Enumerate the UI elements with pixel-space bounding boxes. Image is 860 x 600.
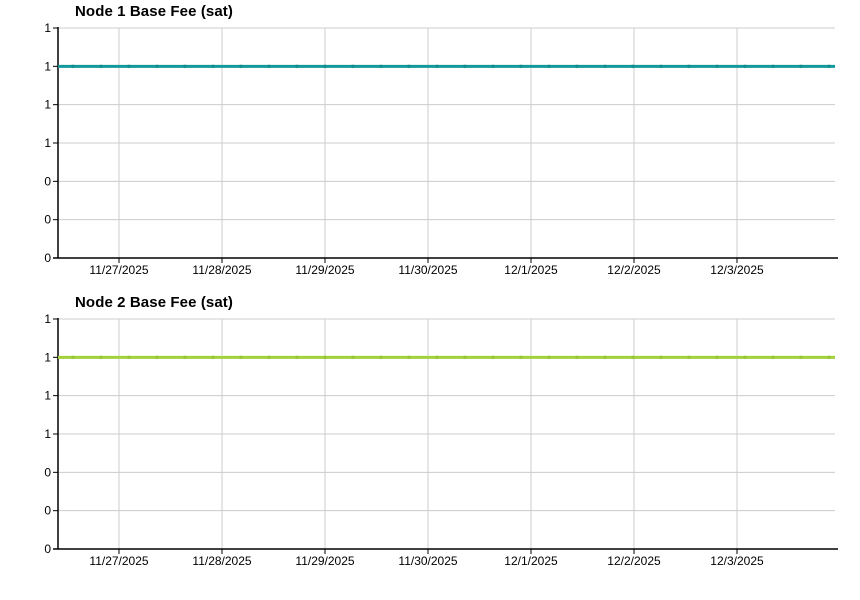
base-fee-charts-page: Node 1 Base Fee (sat) 1 1 1 1 0 0 0 11/27/2025 1… — [0, 0, 860, 600]
data-point-marker — [183, 64, 187, 69]
data-point-marker — [211, 355, 215, 360]
data-point-marker — [771, 64, 775, 69]
data-point-marker — [547, 64, 551, 69]
data-point-marker — [295, 355, 299, 360]
data-point-marker — [407, 355, 411, 360]
data-point-marker — [463, 355, 467, 360]
data-point-marker — [743, 64, 747, 69]
data-point-marker — [379, 64, 383, 69]
data-point-marker — [239, 355, 243, 360]
data-point-marker — [491, 355, 495, 360]
x-tick-label: 11/28/2025 — [192, 554, 251, 568]
y-tick-label: 0 — [44, 465, 51, 479]
chart-node-2-base-fee: Node 2 Base Fee (sat) 1 1 1 1 0 0 0 11/27/2025 1… — [0, 291, 860, 581]
x-tick-label: 12/1/2025 — [504, 263, 558, 277]
x-tick-label: 12/2/2025 — [607, 554, 661, 568]
data-point-marker — [239, 64, 243, 69]
data-point-marker — [799, 64, 803, 69]
data-point-marker — [99, 355, 103, 360]
x-tick-label: 12/2/2025 — [607, 263, 661, 277]
data-point-marker — [351, 355, 355, 360]
data-point-marker — [295, 64, 299, 69]
data-point-marker — [687, 64, 691, 69]
data-point-marker — [575, 355, 579, 360]
x-tick-label: 12/3/2025 — [710, 554, 764, 568]
data-point-marker — [575, 64, 579, 69]
data-point-marker — [407, 64, 411, 69]
data-point-marker — [71, 355, 75, 360]
data-point-marker — [799, 355, 803, 360]
data-point-marker — [659, 64, 663, 69]
x-tick-label: 11/30/2025 — [398, 263, 457, 277]
data-point-marker — [435, 64, 439, 69]
line-chart-plot: 1 1 1 1 0 0 0 11/27/2025 11/28/2025 11/29/2025 11/… — [44, 312, 838, 568]
data-point-marker — [771, 355, 775, 360]
data-point-marker — [435, 355, 439, 360]
data-point-marker — [323, 355, 327, 360]
data-point-marker — [631, 64, 635, 69]
y-tick-label: 0 — [44, 213, 51, 227]
data-point-marker — [351, 64, 355, 69]
x-tick-label: 12/3/2025 — [710, 263, 764, 277]
data-point-marker — [71, 64, 75, 69]
x-tick-label: 11/30/2025 — [398, 554, 457, 568]
data-point-marker — [519, 64, 523, 69]
data-point-marker — [547, 355, 551, 360]
y-tick-label: 0 — [44, 251, 51, 265]
line-chart-plot: 1 1 1 1 0 0 0 11/27/2025 11/28/2025 11/29/2025 11/… — [44, 21, 838, 277]
x-tick-label: 11/29/2025 — [295, 263, 354, 277]
data-point-marker — [603, 64, 607, 69]
y-tick-label: 1 — [44, 136, 51, 150]
y-tick-label: 1 — [44, 98, 51, 112]
data-point-marker — [267, 355, 271, 360]
data-point-marker — [687, 355, 691, 360]
data-point-marker — [603, 355, 607, 360]
y-tick-label: 0 — [44, 504, 51, 518]
data-point-marker — [463, 64, 467, 69]
x-tick-label: 11/29/2025 — [295, 554, 354, 568]
x-tick-label: 12/1/2025 — [504, 554, 558, 568]
data-point-marker — [99, 64, 103, 69]
data-point-marker — [631, 355, 635, 360]
data-point-marker — [827, 355, 831, 360]
data-point-marker — [267, 64, 271, 69]
data-point-marker — [323, 64, 327, 69]
data-point-marker — [183, 355, 187, 360]
data-point-marker — [519, 355, 523, 360]
data-point-marker — [715, 64, 719, 69]
y-tick-label: 0 — [44, 174, 51, 188]
y-tick-label: 1 — [44, 312, 51, 326]
y-tick-label: 1 — [44, 21, 51, 35]
data-point-marker — [491, 64, 495, 69]
data-point-marker — [743, 355, 747, 360]
y-tick-label: 1 — [44, 389, 51, 403]
data-point-marker — [827, 64, 831, 69]
x-tick-label: 11/27/2025 — [89, 263, 148, 277]
y-tick-label: 0 — [44, 542, 51, 556]
data-point-marker — [659, 355, 663, 360]
y-tick-label: 1 — [44, 427, 51, 441]
x-tick-label: 11/27/2025 — [89, 554, 148, 568]
y-tick-label: 1 — [44, 59, 51, 73]
x-tick-label: 11/28/2025 — [192, 263, 251, 277]
y-tick-label: 1 — [44, 350, 51, 364]
data-point-marker — [127, 64, 131, 69]
data-point-marker — [211, 64, 215, 69]
data-point-marker — [715, 355, 719, 360]
data-point-marker — [155, 64, 159, 69]
data-point-marker — [127, 355, 131, 360]
data-point-marker — [155, 355, 159, 360]
data-point-marker — [379, 355, 383, 360]
chart-node-1-base-fee: Node 1 Base Fee (sat) 1 1 1 1 0 0 0 11/27/2025 1… — [0, 0, 860, 290]
